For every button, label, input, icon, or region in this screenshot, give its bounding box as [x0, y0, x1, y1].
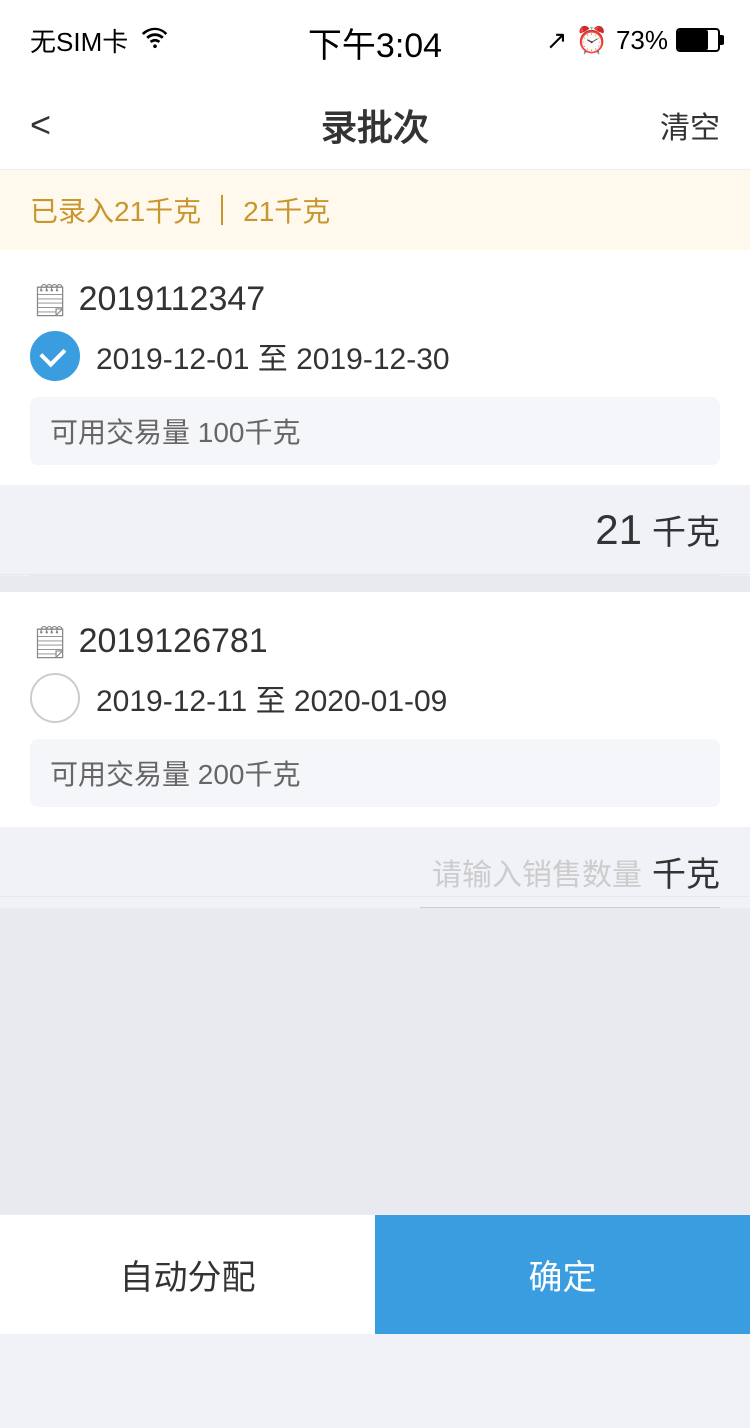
status-time: 下午3:04: [308, 18, 442, 67]
batch-2-input-row[interactable]: 请输入销售数量 千克: [0, 827, 750, 897]
batch-1-header: 🗒 2019112347: [30, 280, 720, 319]
batch-2-unit: 千克: [652, 847, 720, 896]
status-bar: 无SIM卡 下午3:04 ↗ ⏰ 73%: [0, 0, 750, 80]
batch-2-date: 2019-12-11 至 2020-01-09: [96, 676, 447, 720]
battery-icon: [676, 28, 720, 52]
batch-1-input-value[interactable]: 21: [595, 506, 642, 554]
batch-item-2: 🗒 2019126781 2019-12-11 至 2020-01-09 可用交…: [0, 592, 750, 827]
batch-2-header: 🗒 2019126781: [30, 622, 720, 661]
batch-2-row: 2019-12-11 至 2020-01-09: [30, 673, 720, 723]
recorded-amount-label: 已录入21千克: [30, 190, 201, 230]
batch-1-checkbox[interactable]: [30, 331, 80, 381]
batch-1-available: 可用交易量 100千克: [30, 397, 720, 465]
batch-2-available: 可用交易量 200千克: [30, 739, 720, 807]
batch-1-id: 2019112347: [79, 280, 266, 319]
status-right: ↗ ⏰ 73%: [546, 25, 720, 56]
batch-1-unit: 千克: [652, 505, 720, 554]
status-left: 无SIM卡: [30, 22, 172, 59]
batch-2-id: 2019126781: [79, 622, 268, 661]
batch-1-row: 2019-12-01 至 2019-12-30: [30, 331, 720, 381]
batch-2-icon: 🗒: [30, 623, 71, 661]
batch-1-input-row: 21 千克: [0, 485, 750, 575]
recorded-amount-value: 21千克: [243, 190, 330, 230]
alarm-icon: ⏰: [576, 25, 608, 56]
confirm-button[interactable]: 确定: [375, 1215, 750, 1334]
nav-bar: < 录批次 清空: [0, 80, 750, 170]
bottom-bar: 自动分配 确定: [0, 1214, 750, 1334]
batch-1-icon: 🗒: [30, 281, 71, 319]
page-title: 录批次: [321, 99, 429, 151]
section-divider: [0, 576, 750, 592]
info-bar: 已录入21千克 21千克: [0, 170, 750, 250]
carrier-text: 无SIM卡: [30, 22, 128, 59]
batch-2-checkbox[interactable]: [30, 673, 80, 723]
clear-button[interactable]: 清空: [660, 103, 720, 147]
batch-2-input-placeholder: 请输入销售数量: [432, 850, 642, 894]
info-divider: [221, 195, 223, 225]
auto-distribute-button[interactable]: 自动分配: [0, 1215, 375, 1334]
battery-text: 73%: [616, 25, 668, 56]
batch-1-date: 2019-12-01 至 2019-12-30: [96, 334, 450, 378]
wifi-icon: [138, 24, 172, 57]
location-icon: ↗: [546, 25, 568, 56]
batch-item-1: 🗒 2019112347 2019-12-01 至 2019-12-30 可用交…: [0, 250, 750, 485]
back-button[interactable]: <: [30, 104, 90, 146]
